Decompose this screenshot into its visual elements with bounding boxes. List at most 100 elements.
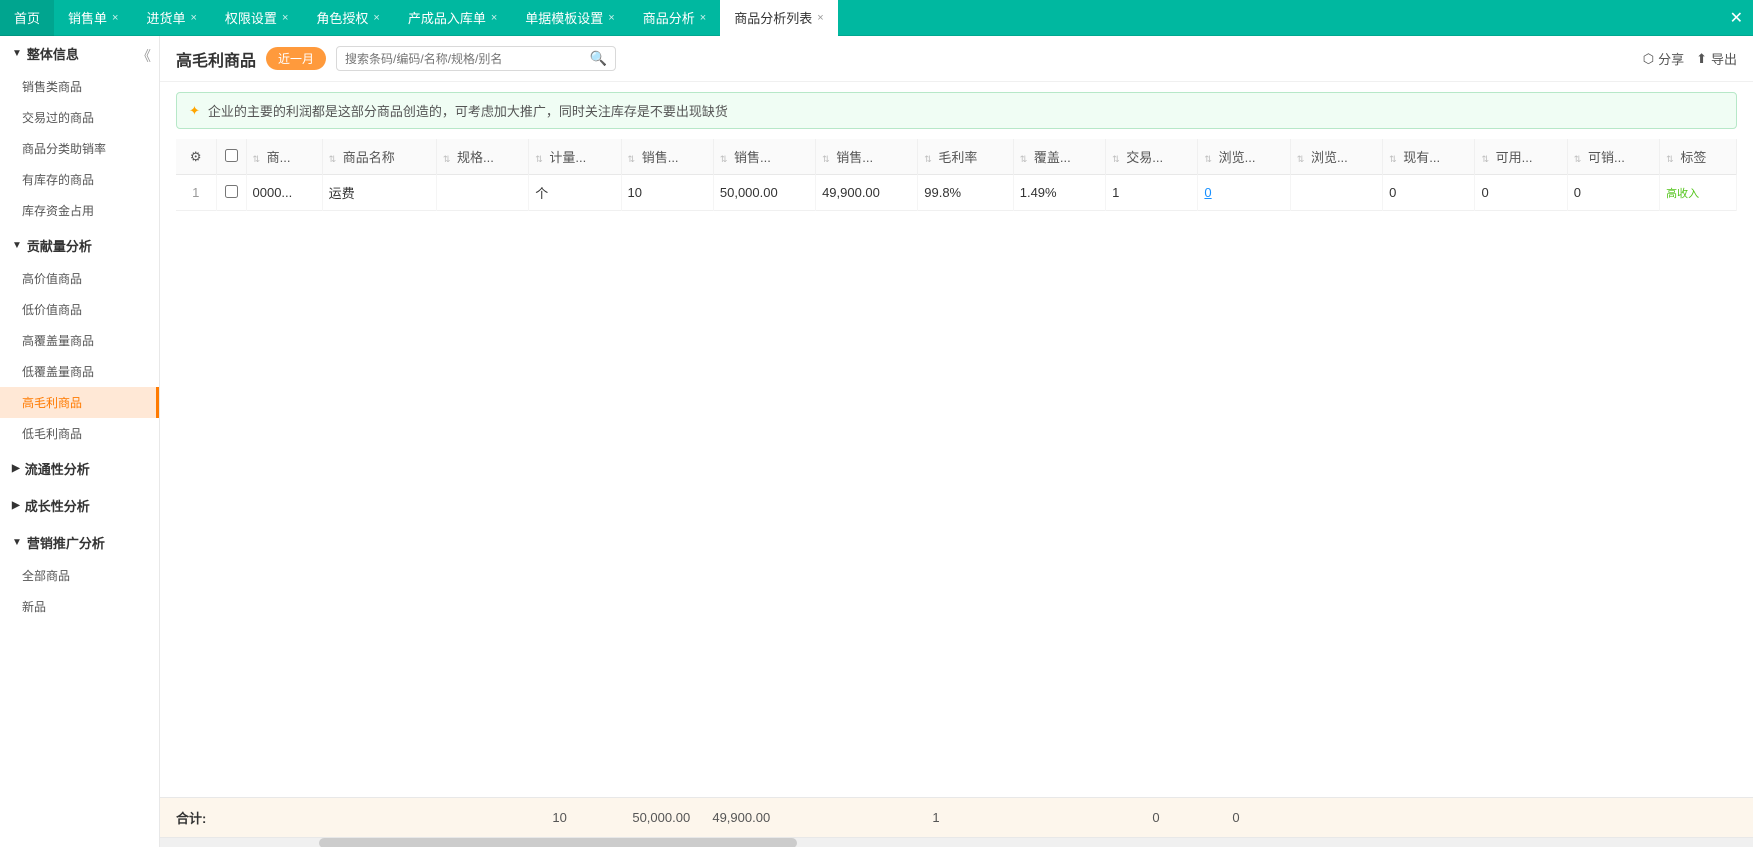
sidebar-item-low-coverage[interactable]: 低覆盖量商品 [0, 356, 159, 387]
arrow-icon: ▼ [12, 240, 22, 251]
col-transaction[interactable]: ⇅ 交易... [1106, 139, 1198, 175]
data-table: ⚙ ⇅ 商... ⇅ 商品名称 [176, 139, 1737, 211]
footer-values: 10 50,000.00 49,900.00 1 0 0 [226, 810, 1737, 825]
row-browse1[interactable]: 0 [1198, 175, 1290, 211]
col-product-name[interactable]: ⇅ 商品名称 [322, 139, 436, 175]
col-browse2[interactable]: ⇅ 浏览... [1290, 139, 1382, 175]
sidebar-item-all-goods[interactable]: 全部商品 [0, 560, 159, 591]
scrollbar-thumb[interactable] [319, 838, 797, 847]
close-role-auth[interactable]: × [373, 12, 379, 24]
col-available-stock[interactable]: ⇅ 可用... [1475, 139, 1567, 175]
search-input[interactable] [345, 52, 590, 66]
sidebar-collapse-button[interactable]: 《 [137, 46, 151, 66]
close-product-analysis[interactable]: × [700, 12, 706, 24]
col-coverage[interactable]: ⇅ 覆盖... [1013, 139, 1105, 175]
nav-purchase-order[interactable]: 进货单 × [132, 0, 210, 36]
nav-template-settings[interactable]: 单据模板设置 × [511, 0, 628, 36]
sidebar-group-liquidity-title[interactable]: ▶ 流通性分析 [0, 451, 159, 486]
nav-home[interactable]: 首页 [0, 0, 54, 36]
col-spec[interactable]: ⇅ 规格... [436, 139, 528, 175]
sort-icon: ⇅ [720, 154, 728, 164]
row-browse2 [1290, 175, 1382, 211]
sidebar-item-traded-goods[interactable]: 交易过的商品 [0, 102, 159, 133]
sidebar-item-in-stock-goods[interactable]: 有库存的商品 [0, 164, 159, 195]
nav-product-analysis[interactable]: 商品分析 × [629, 0, 720, 36]
sidebar-item-high-margin[interactable]: 高毛利商品 [0, 387, 159, 418]
close-permission-settings[interactable]: × [282, 12, 288, 24]
table-header: ⚙ ⇅ 商... ⇅ 商品名称 [176, 139, 1737, 175]
footer-sales-cost: 49,900.00 [706, 810, 786, 825]
settings-icon[interactable]: ⚙ [190, 149, 202, 164]
col-current-stock[interactable]: ⇅ 现有... [1383, 139, 1475, 175]
col-checkbox[interactable] [216, 139, 246, 175]
footer-current-stock: 0 [1146, 810, 1226, 825]
row-spec [436, 175, 528, 211]
arrow-right-icon: ▶ [12, 463, 20, 474]
sort-icon: ⇅ [1204, 154, 1212, 164]
sort-icon: ⇅ [1112, 154, 1120, 164]
close-product-inbound[interactable]: × [491, 12, 497, 24]
col-unit[interactable]: ⇅ 计量... [529, 139, 621, 175]
footer-available-stock: 0 [1226, 810, 1306, 825]
footer-spacer3 [1006, 810, 1146, 825]
sort-icon: ⇅ [329, 154, 337, 164]
share-button[interactable]: ⬡ 分享 [1643, 49, 1684, 68]
nav-product-inbound[interactable]: 产成品入库单 × [394, 0, 511, 36]
filter-recent-month-button[interactable]: 近一月 [266, 47, 326, 70]
sidebar-item-high-coverage[interactable]: 高覆盖量商品 [0, 325, 159, 356]
row-coverage: 1.49% [1013, 175, 1105, 211]
col-tag[interactable]: ⇅ 标签 [1660, 139, 1737, 175]
search-icon[interactable]: 🔍 [590, 50, 607, 67]
select-all-checkbox[interactable] [225, 149, 238, 162]
col-sellable-stock[interactable]: ⇅ 可销... [1567, 139, 1659, 175]
sidebar-item-category-sales-rate[interactable]: 商品分类助销率 [0, 133, 159, 164]
nav-sales-order[interactable]: 销售单 × [54, 0, 132, 36]
row-select-checkbox[interactable] [225, 185, 238, 198]
content-header: 高毛利商品 近一月 🔍 ⬡ 分享 ⬆ 导出 [160, 36, 1753, 82]
arrow-right-icon: ▶ [12, 500, 20, 511]
nav-role-auth[interactable]: 角色授权 × [302, 0, 393, 36]
close-all-tabs-button[interactable]: ✕ [1720, 0, 1753, 36]
sidebar-item-sales-goods[interactable]: 销售类商品 [0, 71, 159, 102]
browse1-link[interactable]: 0 [1204, 185, 1211, 200]
table-container[interactable]: ⚙ ⇅ 商... ⇅ 商品名称 [160, 139, 1753, 797]
sidebar-item-high-value[interactable]: 高价值商品 [0, 263, 159, 294]
nav-product-analysis-list[interactable]: 商品分析列表 × [720, 0, 837, 36]
col-settings[interactable]: ⚙ [176, 139, 216, 175]
sidebar-group-contribution-title[interactable]: ▼ 贡献量分析 [0, 228, 159, 263]
sort-icon: ⇅ [924, 154, 932, 164]
sidebar-group-marketing-title[interactable]: ▼ 营销推广分析 [0, 525, 159, 560]
col-gross-rate[interactable]: ⇅ 毛利率 [918, 139, 1013, 175]
horizontal-scrollbar[interactable] [160, 837, 1753, 847]
row-sellable-stock: 0 [1567, 175, 1659, 211]
col-sales-amount[interactable]: ⇅ 销售... [713, 139, 815, 175]
col-browse1[interactable]: ⇅ 浏览... [1198, 139, 1290, 175]
sidebar-group-growth-title[interactable]: ▶ 成长性分析 [0, 488, 159, 523]
sidebar-item-stock-capital[interactable]: 库存资金占用 [0, 195, 159, 226]
footer-spacer2 [786, 810, 926, 825]
row-tag: 高收入 [1660, 175, 1737, 211]
sidebar-item-low-value[interactable]: 低价值商品 [0, 294, 159, 325]
close-purchase-order[interactable]: × [190, 12, 196, 24]
export-button[interactable]: ⬆ 导出 [1696, 49, 1737, 68]
info-banner: ✦ 企业的主要的利润都是这部分商品创造的，可考虑加大推广，同时关注库存是不要出现… [176, 92, 1737, 129]
sidebar-item-new-goods[interactable]: 新品 [0, 591, 159, 622]
row-checkbox[interactable] [216, 175, 246, 211]
close-template-settings[interactable]: × [608, 12, 614, 24]
sidebar-group-liquidity: ▶ 流通性分析 [0, 451, 159, 486]
col-sales-cost[interactable]: ⇅ 销售... [816, 139, 918, 175]
page-title: 高毛利商品 [176, 47, 256, 71]
sidebar-group-overview-title[interactable]: ▼ 整体信息 [0, 36, 159, 71]
col-code[interactable]: ⇅ 商... [246, 139, 322, 175]
footer-label: 合计: [176, 808, 206, 827]
nav-permission-settings[interactable]: 权限设置 × [211, 0, 302, 36]
col-sales-qty[interactable]: ⇅ 销售... [621, 139, 713, 175]
sort-icon: ⇅ [1574, 154, 1582, 164]
sidebar-item-low-margin[interactable]: 低毛利商品 [0, 418, 159, 449]
main-layout: 《 ▼ 整体信息 销售类商品 交易过的商品 商品分类助销率 有库存的商品 库存资… [0, 36, 1753, 847]
table-footer: 合计: 10 50,000.00 49,900.00 1 0 0 [160, 797, 1753, 837]
close-product-analysis-list[interactable]: × [817, 12, 823, 24]
close-sales-order[interactable]: × [112, 12, 118, 24]
sort-icon: ⇅ [628, 154, 636, 164]
row-sales-cost: 49,900.00 [816, 175, 918, 211]
